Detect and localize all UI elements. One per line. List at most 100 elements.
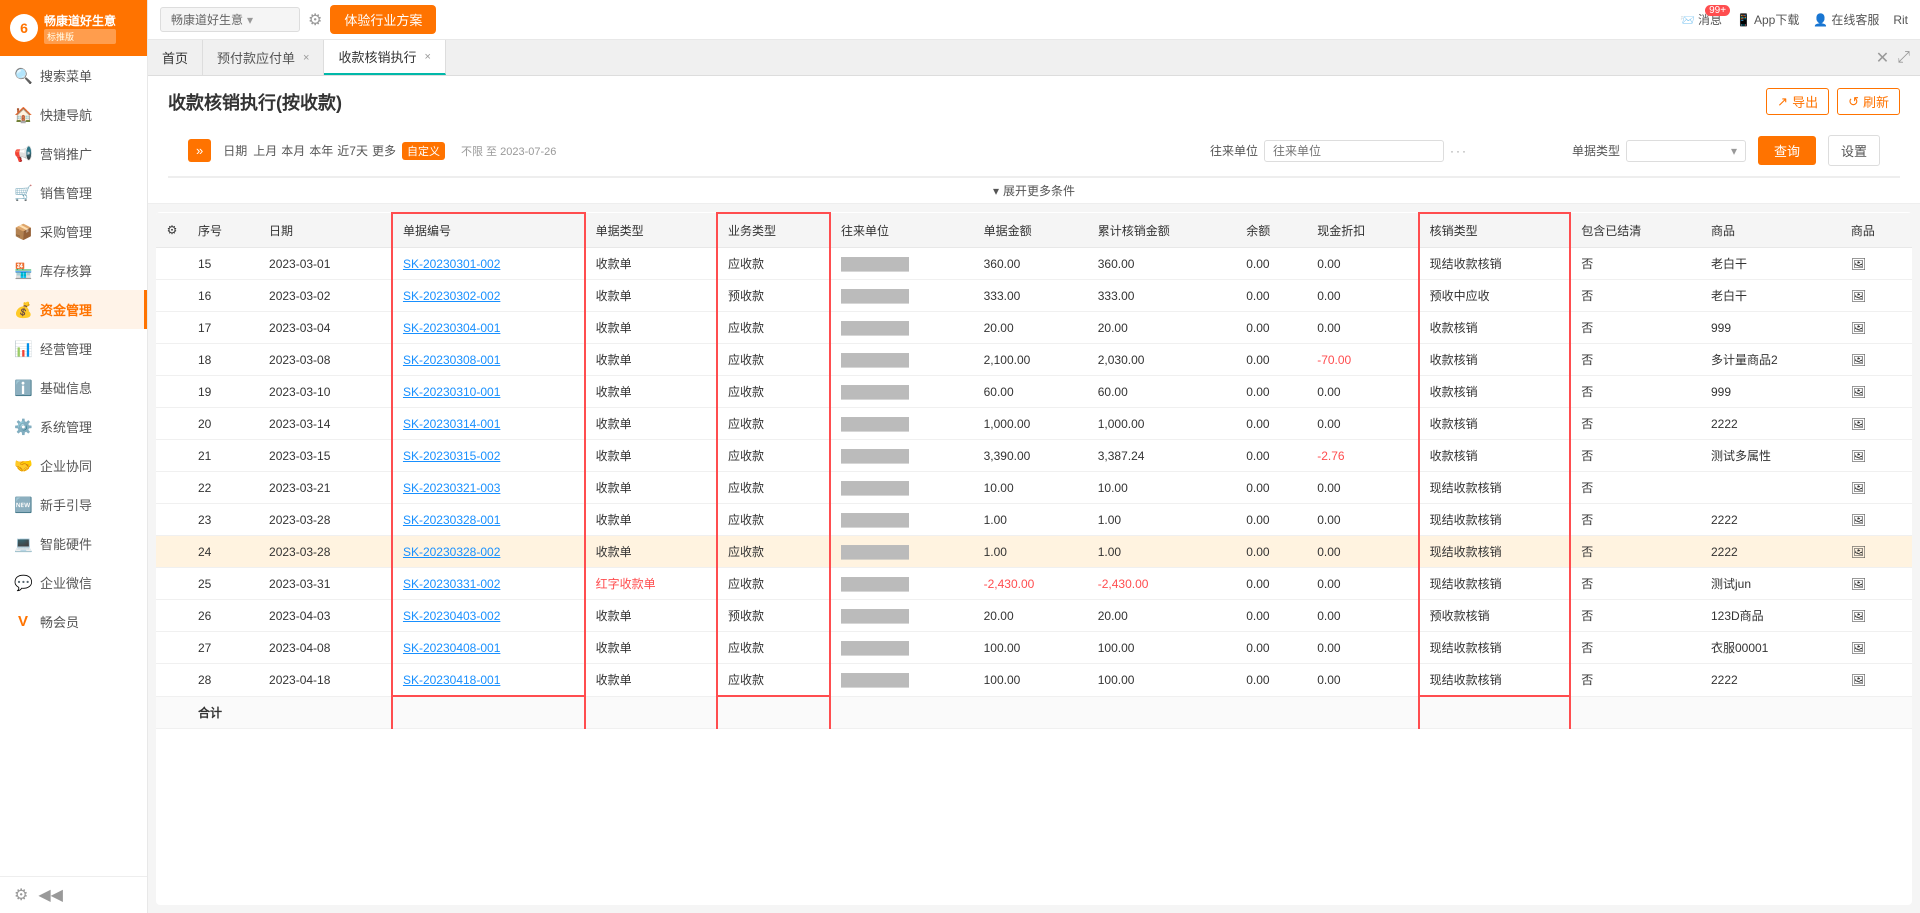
filter-7days[interactable]: 近7天	[337, 142, 368, 159]
filter-doctype-label: 单据类型	[1572, 142, 1620, 159]
cell-nuketype: 现结收款核销	[1419, 536, 1571, 568]
tab-receipt[interactable]: 收款核销执行 ×	[324, 40, 445, 75]
close-tab-icon[interactable]: ✕	[1876, 48, 1889, 68]
cell-docno[interactable]: SK-20230418-001	[392, 664, 585, 697]
filter-expand-button[interactable]: »	[188, 139, 211, 162]
cell-docno[interactable]: SK-20230315-002	[392, 440, 585, 472]
page-title: 收款核销执行(按收款)	[168, 89, 342, 115]
cell-discount: 0.00	[1307, 280, 1418, 312]
refresh-button[interactable]: ↺ 刷新	[1837, 88, 1900, 115]
sidebar-item-inventory[interactable]: 🏪 库存核算	[0, 251, 147, 290]
collapse-icon[interactable]: ◀◀	[38, 885, 63, 905]
cell-biztype: 应收款	[717, 536, 830, 568]
filter-date-range: 不限 至 2023-07-26	[461, 143, 556, 159]
tab-receipt-close-icon[interactable]: ×	[424, 51, 430, 63]
workspace-name: 畅康道好生意	[171, 11, 243, 28]
cell-partner: ████████	[830, 408, 974, 440]
sidebar-item-hardware[interactable]: 💻 智能硬件	[0, 524, 147, 563]
expand-more-label: 展开更多条件	[1003, 182, 1075, 199]
sidebar-item-guide[interactable]: 🆕 新手引导	[0, 485, 147, 524]
sidebar-item-label: 资金管理	[40, 300, 92, 319]
filter-doctype-select[interactable]: ▾	[1626, 140, 1746, 162]
filter-this-year[interactable]: 本年	[309, 142, 333, 159]
cell-nuketype: 预收中应收	[1419, 280, 1571, 312]
online-service-button[interactable]: 👤 在线客服	[1813, 11, 1879, 28]
cell-date: 2023-03-28	[259, 536, 392, 568]
content-area: 收款核销执行(按收款) ↗ 导出 ↺ 刷新 » 日期	[148, 76, 1920, 913]
filter-this-month[interactable]: 本月	[281, 142, 305, 159]
cell-docno[interactable]: SK-20230328-001	[392, 504, 585, 536]
cell-docno[interactable]: SK-20230304-001	[392, 312, 585, 344]
cell-docno[interactable]: SK-20230403-002	[392, 600, 585, 632]
user-name[interactable]: Rit	[1893, 13, 1908, 27]
sidebar-item-enterprise[interactable]: 🤝 企业协同	[0, 446, 147, 485]
sidebar-item-member[interactable]: V 畅会员	[0, 602, 147, 641]
cell-date: 2023-03-21	[259, 472, 392, 504]
sidebar-item-marketing[interactable]: 📢 营销推广	[0, 134, 147, 173]
filter-partner-group: 往来单位 ···	[1210, 140, 1468, 162]
workspace-selector[interactable]: 畅康道好生意 ▾	[160, 7, 300, 32]
cell-partner: ████████	[830, 472, 974, 504]
cell-nuketype: 收款核销	[1419, 440, 1571, 472]
cell-date: 2023-03-04	[259, 312, 392, 344]
filter-more-date[interactable]: 更多	[372, 142, 396, 159]
message-button[interactable]: 📨 消息 99+	[1680, 11, 1722, 28]
cell-docno[interactable]: SK-20230308-001	[392, 344, 585, 376]
table-row: 242023-03-28SK-20230328-002收款单应收款███████…	[156, 536, 1912, 568]
cell-docno[interactable]: SK-20230328-002	[392, 536, 585, 568]
expand-tab-icon[interactable]: ⤢	[1897, 49, 1910, 67]
sidebar-item-sales[interactable]: 🛒 销售管理	[0, 173, 147, 212]
enterprise-icon: 🤝	[14, 457, 32, 475]
sidebar-item-finance[interactable]: 💰 资金管理	[0, 290, 147, 329]
cell-verified: 60.00	[1088, 376, 1236, 408]
cell-discount: -70.00	[1307, 344, 1418, 376]
cell-docno[interactable]: SK-20230314-001	[392, 408, 585, 440]
tab-home[interactable]: 首页	[148, 40, 203, 75]
filter-prev-month[interactable]: 上月	[253, 142, 277, 159]
sidebar-item-wechat[interactable]: 💬 企业微信	[0, 563, 147, 602]
footer-amount	[974, 696, 1088, 728]
export-button[interactable]: ↗ 导出	[1766, 88, 1829, 115]
expand-more-btn[interactable]: ▾ 展开更多条件	[168, 177, 1900, 203]
sidebar-item-operations[interactable]: 📊 经营管理	[0, 329, 147, 368]
cell-docno[interactable]: SK-20230408-001	[392, 632, 585, 664]
cell-docno[interactable]: SK-20230331-002	[392, 568, 585, 600]
cell-partner: ████████	[830, 376, 974, 408]
filter-custom-btn[interactable]: 自定义	[402, 142, 445, 160]
cell-docno[interactable]: SK-20230301-002	[392, 248, 585, 280]
tab-prepay-close-icon[interactable]: ×	[303, 52, 309, 64]
sidebar-item-quicknav[interactable]: 🏠 快捷导航	[0, 95, 147, 134]
cell-balance: 0.00	[1236, 536, 1307, 568]
cell-gear	[156, 344, 188, 376]
col-partner-header: 往来单位	[830, 213, 974, 248]
cell-partner: ████████	[830, 312, 974, 344]
col-gear-header[interactable]: ⚙	[156, 213, 188, 248]
cell-date: 2023-03-01	[259, 248, 392, 280]
tab-prepay[interactable]: 预付款应付单 ×	[203, 40, 324, 75]
sidebar-item-purchase[interactable]: 📦 采购管理	[0, 212, 147, 251]
cell-docno[interactable]: SK-20230310-001	[392, 376, 585, 408]
settings-icon[interactable]: ⚙	[14, 885, 28, 905]
cell-verified: 3,387.24	[1088, 440, 1236, 472]
cell-date: 2023-04-08	[259, 632, 392, 664]
cell-verified: 333.00	[1088, 280, 1236, 312]
query-button[interactable]: 查询	[1758, 136, 1816, 165]
cell-doctype: 收款单	[585, 248, 717, 280]
topbar-gear-icon[interactable]: ⚙	[308, 10, 322, 30]
solution-button[interactable]: 体验行业方案	[330, 5, 436, 34]
cell-balance: 0.00	[1236, 248, 1307, 280]
cell-biztype: 应收款	[717, 408, 830, 440]
sidebar-item-system[interactable]: ⚙️ 系统管理	[0, 407, 147, 446]
sidebar-item-basic[interactable]: ℹ️ 基础信息	[0, 368, 147, 407]
cell-incl: 否	[1570, 472, 1701, 504]
filter-partner-input[interactable]	[1264, 140, 1444, 162]
cell-amount: 20.00	[974, 312, 1088, 344]
table-row: 162023-03-02SK-20230302-002收款单预收款███████…	[156, 280, 1912, 312]
cell-no: 28	[188, 664, 259, 697]
cell-docno[interactable]: SK-20230321-003	[392, 472, 585, 504]
cell-docno[interactable]: SK-20230302-002	[392, 280, 585, 312]
sidebar-item-search[interactable]: 🔍 搜索菜单	[0, 56, 147, 95]
app-download-button[interactable]: 📱 App下载	[1736, 11, 1799, 28]
filter-settings-button[interactable]: 设置	[1828, 135, 1880, 166]
table-row: 272023-04-08SK-20230408-001收款单应收款███████…	[156, 632, 1912, 664]
